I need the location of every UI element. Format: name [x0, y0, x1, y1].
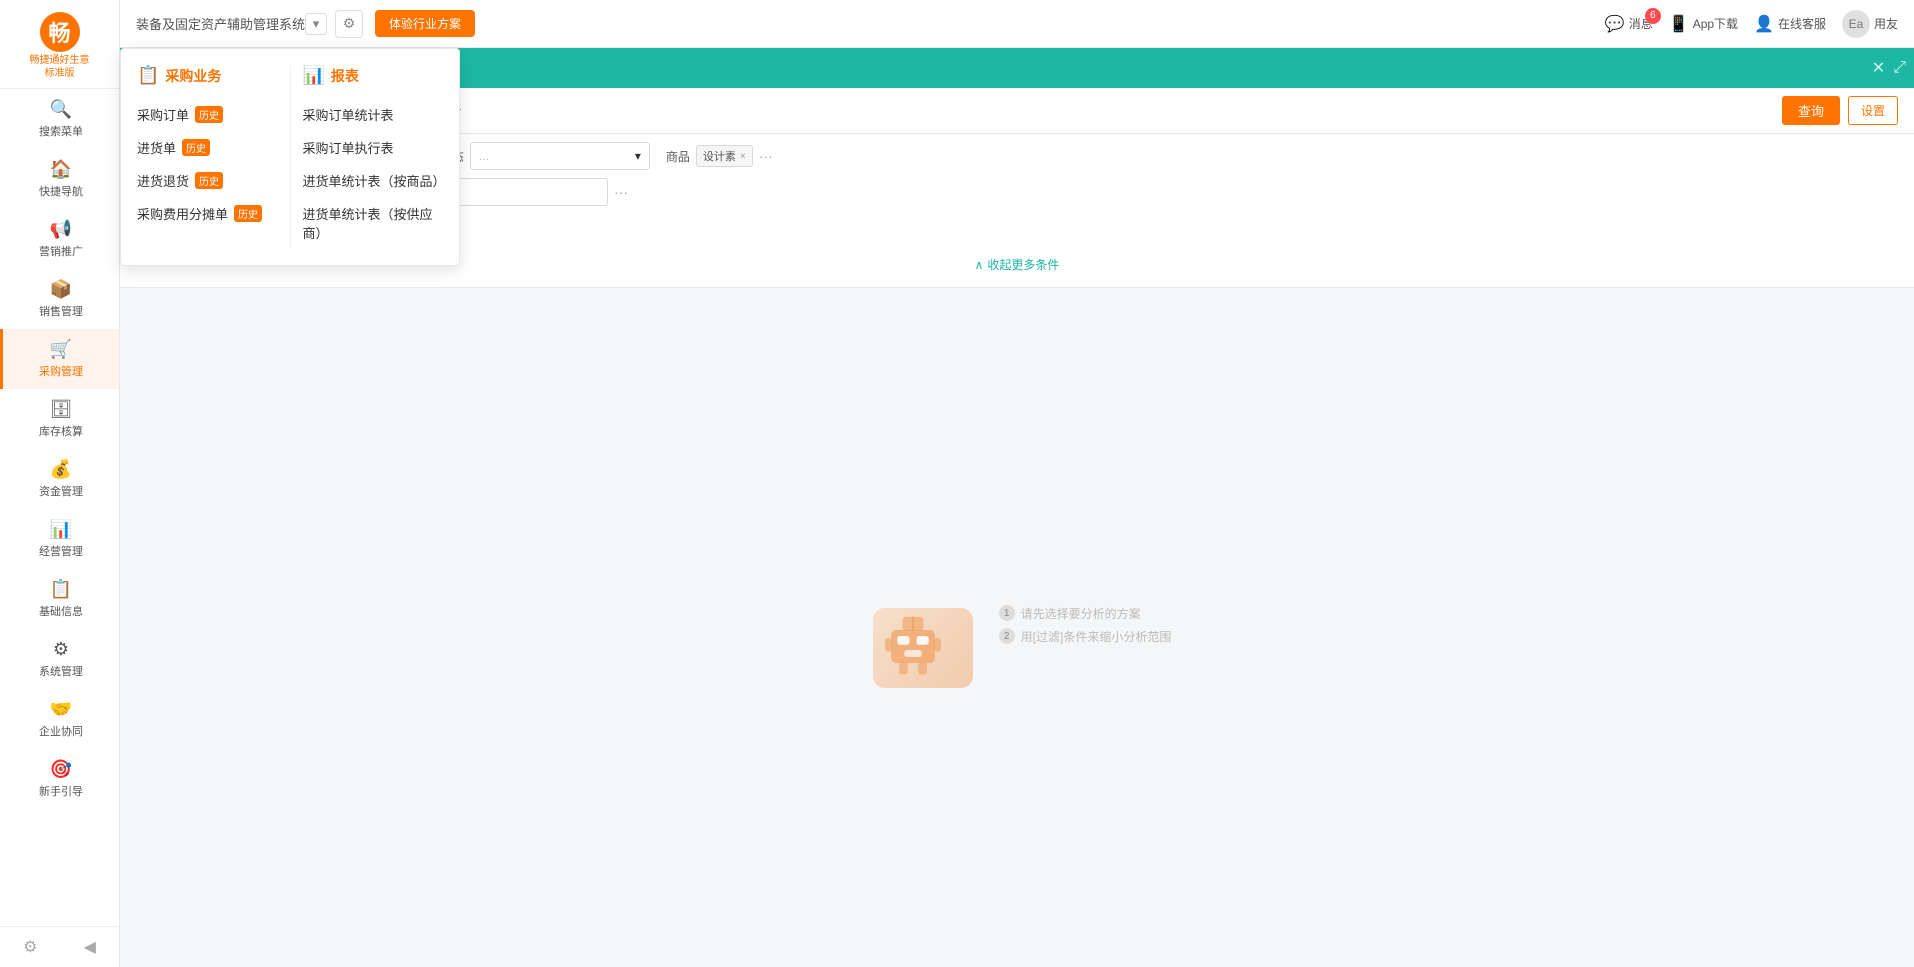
- empty-hints: 1 请先选择要分析的方案 2 用[过滤]条件来缩小分析范围: [999, 605, 1172, 651]
- home-icon: 🏠: [50, 159, 72, 180]
- logo-icon: 畅: [40, 12, 80, 52]
- message-badge: 6: [1645, 8, 1661, 24]
- dropdown-col-divider: [290, 65, 291, 249]
- sidebar-item-sales[interactable]: 📦 销售管理: [0, 269, 119, 329]
- topbar: 装备及固定资产辅助管理系统 ▾ ⚙ 体验行业方案 💬 消息 6 📱 App下载 …: [120, 0, 1914, 48]
- sidebar-menu: 🔍 搜索菜单 🏠 快捷导航 📢 营销推广 📦 销售管理 🛒 采购管理 🗄 库存核…: [0, 89, 119, 926]
- history-badge-2: 历史: [182, 139, 210, 156]
- sidebar-item-finance[interactable]: 💰 资金管理: [0, 449, 119, 509]
- empty-hint-1: 1 请先选择要分析的方案: [999, 605, 1172, 622]
- logo-text: 畅捷通好生意 标准版: [30, 54, 90, 80]
- empty-hint-2: 2 用[过滤]条件来缩小分析范围: [999, 628, 1172, 645]
- report-col: 📊 报表 采购订单统计表 采购订单执行表 进货单统计表（按商品） 进货单统计表（…: [303, 65, 444, 249]
- dropdown-item-purchase-receive[interactable]: 进货单 历史: [137, 131, 278, 164]
- empty-content-row: 1 请先选择要分析的方案 2 用[过滤]条件来缩小分析范围: [863, 568, 1172, 688]
- handshake-icon: 🤝: [50, 699, 72, 720]
- system-title-dropdown[interactable]: ▾: [305, 13, 327, 35]
- sidebar-item-system[interactable]: ⚙ 系统管理: [0, 629, 119, 689]
- online-service-btn[interactable]: 👤 在线客服: [1754, 14, 1826, 34]
- trial-btn[interactable]: 体验行业方案: [375, 10, 475, 37]
- goods-more-btn[interactable]: ···: [759, 148, 773, 164]
- dropdown-item-purchase-order-stat[interactable]: 采购订单统计表: [303, 98, 444, 131]
- robot-icon: [878, 608, 948, 678]
- doc-status-input[interactable]: ... ▾: [470, 142, 650, 170]
- sidebar-item-base[interactable]: 📋 基础信息: [0, 569, 119, 629]
- filter-settings-btn[interactable]: 设置: [1848, 96, 1898, 125]
- history-badge: 历史: [195, 106, 223, 123]
- toolbar-right: 查询 设置: [1782, 96, 1898, 125]
- footer-collapse-btn[interactable]: ◀: [84, 937, 96, 957]
- sidebar-item-marketing[interactable]: 📢 营销推广: [0, 209, 119, 269]
- dropdown-cols: 📋 采购业务 采购订单 历史 进货单 历史 进货退货 历史 采购费用分摊单 历史: [137, 65, 443, 249]
- box-icon: 📦: [50, 279, 72, 300]
- purchase-col-icon: 📋: [137, 65, 159, 86]
- app-download-btn[interactable]: 📱 App下载: [1669, 14, 1738, 34]
- sidebar-item-quicknav[interactable]: 🏠 快捷导航: [0, 149, 119, 209]
- dropdown-item-purchase-order[interactable]: 采购订单 历史: [137, 98, 278, 131]
- sidebar-item-operations[interactable]: 📊 经营管理: [0, 509, 119, 569]
- sidebar-footer: ⚙ ◀: [0, 926, 119, 967]
- sidebar-item-purchase[interactable]: 🛒 采购管理: [0, 329, 119, 389]
- sidebar-item-enterprise[interactable]: 🤝 企业协同: [0, 689, 119, 749]
- report-col-icon: 📊: [303, 65, 325, 86]
- sidebar-item-newguide[interactable]: 🎯 新手引导: [0, 749, 119, 809]
- chart-icon: 📊: [50, 519, 72, 540]
- guide-icon: 🎯: [50, 759, 72, 780]
- sidebar-item-search[interactable]: 🔍 搜索菜单: [0, 89, 119, 149]
- query-btn[interactable]: 查询: [1782, 96, 1840, 125]
- purchase-dropdown-menu: 📋 采购业务 采购订单 历史 进货单 历史 进货退货 历史 采购费用分摊单 历史: [120, 48, 460, 266]
- tab-expand-btn[interactable]: ⤢: [1893, 59, 1906, 77]
- footer-settings-btn[interactable]: ⚙: [23, 937, 37, 957]
- sidebar-item-inventory[interactable]: 🗄 库存核算: [0, 389, 119, 449]
- dropdown-item-purchase-expense[interactable]: 采购费用分摊单 历史: [137, 197, 278, 230]
- salesperson-more-btn[interactable]: ···: [614, 184, 628, 200]
- avatar: Ea: [1842, 10, 1870, 38]
- topbar-settings-btn[interactable]: ⚙: [335, 10, 363, 38]
- goods-tag-close[interactable]: ×: [740, 151, 746, 162]
- dropdown-item-receive-stat-supplier[interactable]: 进货单统计表（按供应商）: [303, 197, 444, 249]
- chevron-up-icon: ∧: [975, 258, 984, 272]
- system-title: 装备及固定资产辅助管理系统: [136, 14, 305, 33]
- messages-btn[interactable]: 💬 消息 6: [1605, 14, 1653, 34]
- sidebar: 畅 畅捷通好生意 标准版 🔍 搜索菜单 🏠 快捷导航 📢 营销推广 📦 销售管理…: [0, 0, 120, 967]
- gear-icon: ⚙: [53, 639, 69, 660]
- history-badge-4: 历史: [234, 205, 262, 222]
- filter-goods: 商品 设计素 × ···: [666, 145, 773, 167]
- topbar-right: 💬 消息 6 📱 App下载 👤 在线客服 Ea 用友: [1605, 10, 1898, 38]
- clipboard-icon: 📋: [50, 579, 72, 600]
- goods-tag: 设计素 ×: [696, 145, 753, 167]
- user-btn[interactable]: Ea 用友: [1842, 10, 1898, 38]
- warehouse-icon: 🗄: [50, 399, 73, 420]
- search-icon: 🔍: [50, 99, 72, 120]
- purchase-col: 📋 采购业务 采购订单 历史 进货单 历史 进货退货 历史 采购费用分摊单 历史: [137, 65, 278, 249]
- dropdown-item-purchase-order-exec[interactable]: 采购订单执行表: [303, 131, 444, 164]
- money-icon: 💰: [50, 459, 72, 480]
- empty-illustration: [863, 568, 983, 688]
- report-col-header: 📊 报表: [303, 65, 444, 86]
- sidebar-logo: 畅 畅捷通好生意 标准版: [0, 0, 119, 89]
- purchase-col-header: 📋 采购业务: [137, 65, 278, 86]
- dropdown-item-receive-stat-goods[interactable]: 进货单统计表（按商品）: [303, 164, 444, 197]
- tabbar-actions: ✕ ⤢: [1872, 58, 1906, 78]
- empty-state: 1 请先选择要分析的方案 2 用[过滤]条件来缩小分析范围: [120, 288, 1914, 967]
- tab-close-all-btn[interactable]: ✕: [1872, 58, 1885, 78]
- megaphone-icon: 📢: [50, 219, 72, 240]
- dropdown-item-purchase-return[interactable]: 进货退货 历史: [137, 164, 278, 197]
- history-badge-3: 历史: [195, 172, 223, 189]
- goods-label: 商品: [666, 148, 690, 165]
- cart-icon: 🛒: [50, 339, 72, 360]
